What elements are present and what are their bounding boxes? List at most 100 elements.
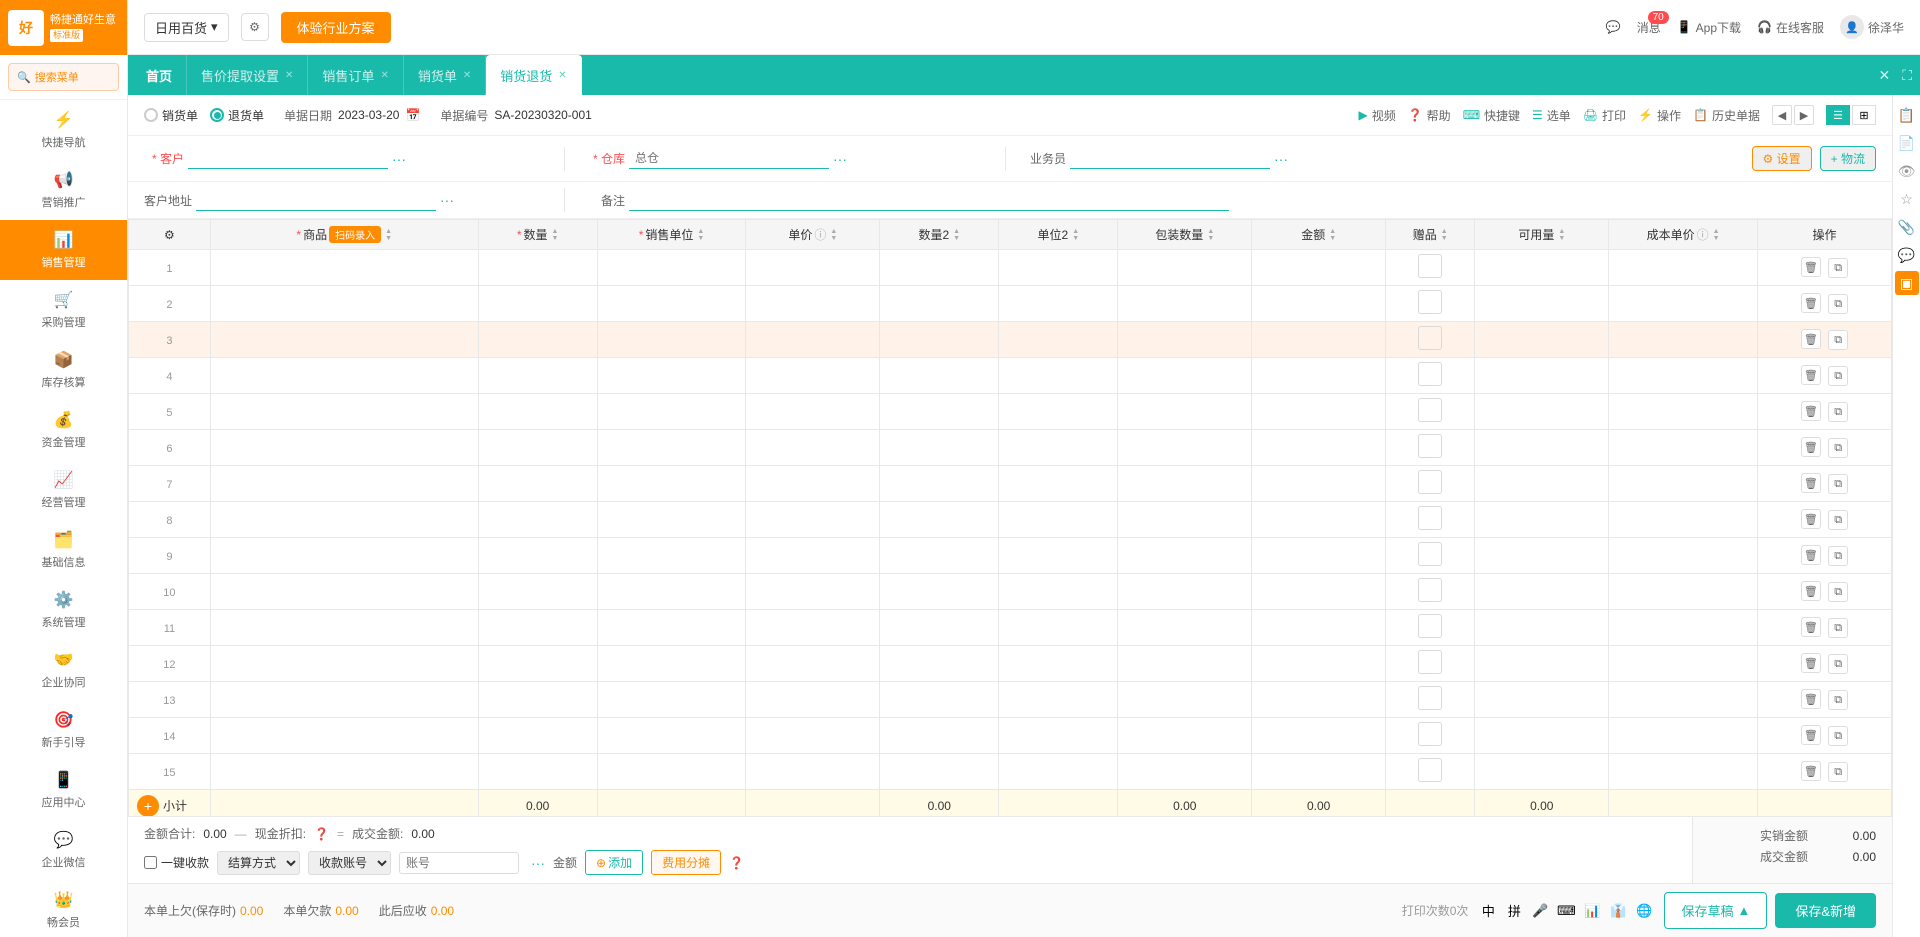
quantity2-cell[interactable] [880,250,999,286]
gift-cell[interactable] [1386,718,1475,754]
cost-sort-arrows[interactable]: ▲ ▼ [1713,228,1720,242]
quantity2-cell[interactable] [880,430,999,466]
gift-cell[interactable] [1386,610,1475,646]
note-input[interactable] [629,190,1229,211]
copy-row-button[interactable]: ⧉ [1828,258,1848,278]
product-cell[interactable] [210,322,478,358]
expense-split-button[interactable]: 费用分摊 [651,850,721,875]
history-action-button[interactable]: 📋 历史单据 [1693,107,1760,124]
add-logistics-button[interactable]: + 物流 [1820,146,1876,171]
close-tab-sales-delivery-icon[interactable]: ✕ [463,70,471,81]
amount-cell[interactable] [1252,682,1386,718]
gift-cell[interactable] [1386,682,1475,718]
product-cell[interactable] [210,718,478,754]
gift-cell[interactable] [1386,286,1475,322]
quantity-cell[interactable] [478,358,597,394]
unit2-cell[interactable] [999,394,1118,430]
delete-row-button[interactable]: 🗑 [1801,473,1821,493]
gift-sort-arrows[interactable]: ▲ ▼ [1441,228,1448,242]
quantity2-cell[interactable] [880,322,999,358]
gift-checkbox[interactable] [1418,758,1442,782]
delete-row-button[interactable]: 🗑 [1801,401,1821,421]
copy-row-button[interactable]: ⧉ [1828,618,1848,638]
sidebar-item-member[interactable]: 👑 畅会员 [0,880,127,937]
available-cell[interactable] [1475,502,1609,538]
add-row-button[interactable]: + [137,795,159,817]
gift-cell[interactable] [1386,394,1475,430]
gift-checkbox[interactable] [1418,470,1442,494]
quantity-cell[interactable] [478,502,597,538]
cost-price-cell[interactable] [1609,610,1758,646]
quantity-cell[interactable] [478,754,597,790]
sales-unit-cell[interactable] [597,394,746,430]
quantity-cell[interactable] [478,394,597,430]
cost-price-info-icon[interactable]: ⓘ [1697,226,1709,243]
delete-row-button[interactable]: 🗑 [1801,617,1821,637]
copy-row-button[interactable]: ⧉ [1828,510,1848,530]
unit2-cell[interactable] [999,538,1118,574]
cost-price-cell[interactable] [1609,538,1758,574]
unit-price-cell[interactable] [746,466,880,502]
operate-action-button[interactable]: ⚡ 操作 [1638,107,1681,124]
sales-unit-cell[interactable] [597,286,746,322]
available-cell[interactable] [1475,718,1609,754]
gift-cell[interactable] [1386,502,1475,538]
copy-row-button[interactable]: ⧉ [1828,294,1848,314]
select-action-button[interactable]: ☰ 选单 [1532,107,1571,124]
unit-price-cell[interactable] [746,250,880,286]
print-action-button[interactable]: 🖨 打印 [1583,107,1626,124]
product-cell[interactable] [210,682,478,718]
online-service-button[interactable]: 🎧 在线客服 [1757,19,1824,36]
gift-checkbox[interactable] [1418,398,1442,422]
delete-row-button[interactable]: 🗑 [1801,725,1821,745]
try-industry-button[interactable]: 体验行业方案 [281,12,391,43]
warehouse-input[interactable] [629,148,829,169]
tool-icon-2[interactable]: 拼 [1502,899,1526,923]
account-dots-icon[interactable]: ··· [531,855,545,871]
cost-price-cell[interactable] [1609,718,1758,754]
product-cell[interactable] [210,646,478,682]
gift-checkbox[interactable] [1418,506,1442,530]
unit2-cell[interactable] [999,358,1118,394]
cost-price-cell[interactable] [1609,574,1758,610]
quantity2-cell[interactable] [880,610,999,646]
unit-sort-arrows[interactable]: ▲ ▼ [697,228,704,242]
copy-row-button[interactable]: ⧉ [1828,654,1848,674]
pack-quantity-cell[interactable] [1118,394,1252,430]
pack-sort-arrows[interactable]: ▲ ▼ [1207,228,1214,242]
product-cell[interactable] [210,574,478,610]
gift-checkbox[interactable] [1418,326,1442,350]
delete-row-button[interactable]: 🗑 [1801,329,1821,349]
cost-price-cell[interactable] [1609,322,1758,358]
unit2-cell[interactable] [999,610,1118,646]
gift-cell[interactable] [1386,358,1475,394]
cost-price-cell[interactable] [1609,430,1758,466]
shortcut-action-button[interactable]: ⌨ 快捷键 [1463,107,1520,124]
calendar-icon[interactable]: 📅 [405,108,420,122]
quantity2-cell[interactable] [880,682,999,718]
cost-price-cell[interactable] [1609,394,1758,430]
copy-row-button[interactable]: ⧉ [1828,474,1848,494]
gift-checkbox[interactable] [1418,362,1442,386]
sidebar-item-shortcut[interactable]: ⚡ 快捷导航 [0,100,127,160]
unit-price-cell[interactable] [746,718,880,754]
sales-unit-cell[interactable] [597,754,746,790]
quantity2-cell[interactable] [880,754,999,790]
available-cell[interactable] [1475,538,1609,574]
sidebar-item-guide[interactable]: 🎯 新手引导 [0,700,127,760]
scan-badge[interactable]: 扫码录入 [329,226,381,243]
setup-button[interactable]: ⚙ 设置 [1752,146,1812,171]
account-number-select[interactable]: 收款账号 [308,851,391,875]
tool-icon-5[interactable]: 📊 [1580,899,1604,923]
unit-price-cell[interactable] [746,538,880,574]
quantity2-cell[interactable] [880,538,999,574]
copy-row-button[interactable]: ⧉ [1828,330,1848,350]
quantity2-cell[interactable] [880,502,999,538]
right-panel-doc-icon[interactable]: 📄 [1895,131,1919,155]
unit-price-cell[interactable] [746,682,880,718]
topbar-settings-button[interactable]: ⚙ [241,13,269,41]
pack-quantity-cell[interactable] [1118,286,1252,322]
gift-checkbox[interactable] [1418,290,1442,314]
available-sort-arrows[interactable]: ▲ ▼ [1558,228,1565,242]
gift-checkbox[interactable] [1418,650,1442,674]
